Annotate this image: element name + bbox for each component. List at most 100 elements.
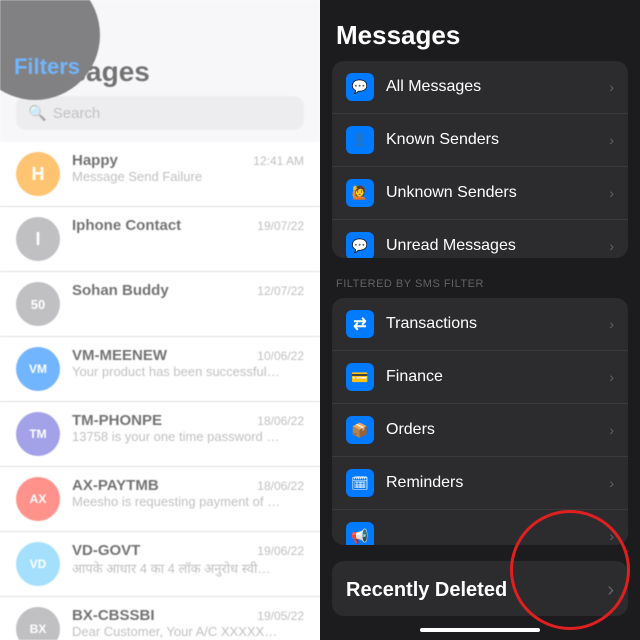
- msg-preview: Your product has been successfully deliv…: [72, 364, 282, 379]
- filter-item-extra[interactable]: 📢 ›: [332, 510, 628, 545]
- chevron-right-icon: ›: [609, 369, 614, 385]
- contact-name: Sohan Buddy: [72, 282, 169, 299]
- msg-content: AX-PAYTMB 18/06/22 Meesho is requesting p…: [72, 477, 304, 509]
- recently-deleted-item[interactable]: Recently Deleted ›: [332, 561, 628, 616]
- msg-content: VM-MEENEW 10/06/22 Your product has been …: [72, 347, 304, 379]
- unknown-senders-label: Unknown Senders: [386, 184, 597, 202]
- msg-preview: आपके आधार 4 का 4 लॉक अनुरोध स्वीकार कर ल…: [72, 559, 282, 577]
- avatar: AX: [16, 477, 60, 521]
- avatar: H: [16, 152, 60, 196]
- list-item[interactable]: H Happy 12:41 AM Message Send Failure: [0, 142, 320, 207]
- avatar: 50: [16, 282, 60, 326]
- filter-item-orders[interactable]: 📦 Orders ›: [332, 404, 628, 457]
- filter-item-finance[interactable]: 💳 Finance ›: [332, 351, 628, 404]
- msg-content: TM-PHONPE18/06/22 13758 is your one time…: [72, 412, 304, 444]
- chevron-right-icon: ›: [609, 79, 614, 95]
- contact-name: TM-PHONPE: [72, 412, 162, 429]
- contact-name: Iphone Contact: [72, 217, 181, 234]
- unknown-senders-icon: [346, 179, 374, 207]
- list-item[interactable]: AX AX-PAYTMB 18/06/22 Meesho is requestin…: [0, 467, 320, 532]
- contact-name: VM-MEENEW: [72, 347, 167, 364]
- chevron-right-icon: ›: [607, 579, 614, 602]
- main-filter-group: All Messages › Known Senders › Unknown S…: [332, 61, 628, 258]
- list-item[interactable]: VD VD-GOVT19/06/22 आपके आधार 4 का 4 लॉक …: [0, 532, 320, 597]
- msg-preview: Message Send Failure: [72, 169, 282, 184]
- chat-icon: [352, 78, 368, 96]
- finance-label: Finance: [386, 368, 597, 386]
- filter-item-known-senders[interactable]: Known Senders ›: [332, 114, 628, 167]
- msg-content: Iphone Contact 19/07/22: [72, 217, 304, 234]
- recently-deleted-section[interactable]: Recently Deleted ›: [332, 561, 628, 616]
- right-header: Messages: [320, 0, 640, 61]
- msg-time: 10/06/22: [257, 349, 304, 363]
- msg-preview: Meesho is requesting payment of Rs 253. …: [72, 494, 282, 509]
- chevron-right-icon: ›: [609, 238, 614, 254]
- chevron-right-icon: ›: [609, 528, 614, 544]
- unread-messages-icon: [346, 232, 374, 258]
- orders-label: Orders: [386, 421, 597, 439]
- msg-preview: 13758 is your one time password to proce…: [72, 429, 282, 444]
- person-question-icon: [352, 184, 368, 202]
- known-senders-icon: [346, 126, 374, 154]
- all-messages-icon: [346, 73, 374, 101]
- sms-filter-section-label: FILTERED BY SMS FILTER: [320, 274, 640, 298]
- all-messages-label: All Messages: [386, 78, 597, 96]
- sms-filter-group: ⇄ Transactions › 💳 Finance › 📦 Orders ›: [332, 298, 628, 545]
- left-panel: Filters Messages 🔍 Search H Happy12:41 A…: [0, 0, 320, 640]
- list-item[interactable]: 50 Sohan Buddy 12/07/22: [0, 272, 320, 337]
- msg-content: Happy 12:41 AM Message Send Failure: [72, 152, 304, 184]
- search-placeholder: Search: [53, 105, 101, 122]
- chevron-right-icon: ›: [609, 422, 614, 438]
- chevron-right-icon: ›: [609, 185, 614, 201]
- transactions-icon: ⇄: [346, 310, 374, 338]
- msg-time: 12:41 AM: [253, 154, 304, 168]
- avatar: I: [16, 217, 60, 261]
- megaphone-icon: 📢: [351, 528, 368, 545]
- home-indicator: [420, 628, 540, 632]
- msg-time: 19/07/22: [257, 219, 304, 233]
- filter-item-reminders[interactable]: 🗓 Reminders ›: [332, 457, 628, 510]
- filter-item-unread-messages[interactable]: Unread Messages ›: [332, 220, 628, 258]
- reminders-label: Reminders: [386, 474, 597, 492]
- right-wrapper: Messages All Messages › Known Senders ›: [320, 0, 640, 640]
- filter-item-unknown-senders[interactable]: Unknown Senders ›: [332, 167, 628, 220]
- chevron-right-icon: ›: [609, 475, 614, 491]
- chat-bubble-icon: [352, 237, 368, 255]
- list-item[interactable]: BX BX-CBSSBI 19/05/22 Dear Customer, Your…: [0, 597, 320, 640]
- msg-content: VD-GOVT 19/06/22 आपके आधार 4 का 4 लॉक अनु…: [72, 542, 304, 577]
- reminders-icon: 🗓: [346, 469, 374, 497]
- right-panel: Messages All Messages › Known Senders ›: [320, 0, 640, 640]
- avatar: BX: [16, 607, 60, 640]
- list-item[interactable]: TM TM-PHONPE18/06/22 13758 is your one t…: [0, 402, 320, 467]
- right-messages-title: Messages: [336, 20, 624, 51]
- contact-name: VD-GOVT: [72, 542, 140, 559]
- msg-preview: Dear Customer, Your A/C XXXXX0175O was d…: [72, 624, 282, 639]
- finance-icon: 💳: [346, 363, 374, 391]
- list-item[interactable]: I Iphone Contact 19/07/22: [0, 207, 320, 272]
- msg-time: 19/05/22: [257, 609, 304, 623]
- msg-time: 18/06/22: [257, 479, 304, 493]
- list-item[interactable]: VM VM-MEENEW 10/06/22 Your product has be…: [0, 337, 320, 402]
- avatar: VM: [16, 347, 60, 391]
- msg-content: BX-CBSSBI 19/05/22 Dear Customer, Your A/…: [72, 607, 304, 639]
- filter-item-all-messages[interactable]: All Messages ›: [332, 61, 628, 114]
- msg-time: 19/06/22: [257, 544, 304, 558]
- box-icon: 📦: [351, 422, 368, 439]
- unread-messages-label: Unread Messages: [386, 237, 597, 255]
- search-bar[interactable]: 🔍 Search: [16, 96, 304, 130]
- calendar-icon: 🗓: [351, 475, 369, 492]
- card-icon: 💳: [351, 369, 368, 386]
- transactions-label: Transactions: [386, 315, 597, 333]
- filter-item-transactions[interactable]: ⇄ Transactions ›: [332, 298, 628, 351]
- contact-name: BX-CBSSBI: [72, 607, 155, 624]
- extra-icon: 📢: [346, 522, 374, 545]
- search-icon: 🔍: [28, 104, 47, 122]
- contact-name: AX-PAYTMB: [72, 477, 159, 494]
- contact-name: Happy: [72, 152, 118, 169]
- filters-button[interactable]: Filters: [14, 54, 80, 80]
- msg-time: 12/07/22: [257, 284, 304, 298]
- orders-icon: 📦: [346, 416, 374, 444]
- chevron-right-icon: ›: [609, 132, 614, 148]
- person-icon: [352, 131, 368, 149]
- avatar: TM: [16, 412, 60, 456]
